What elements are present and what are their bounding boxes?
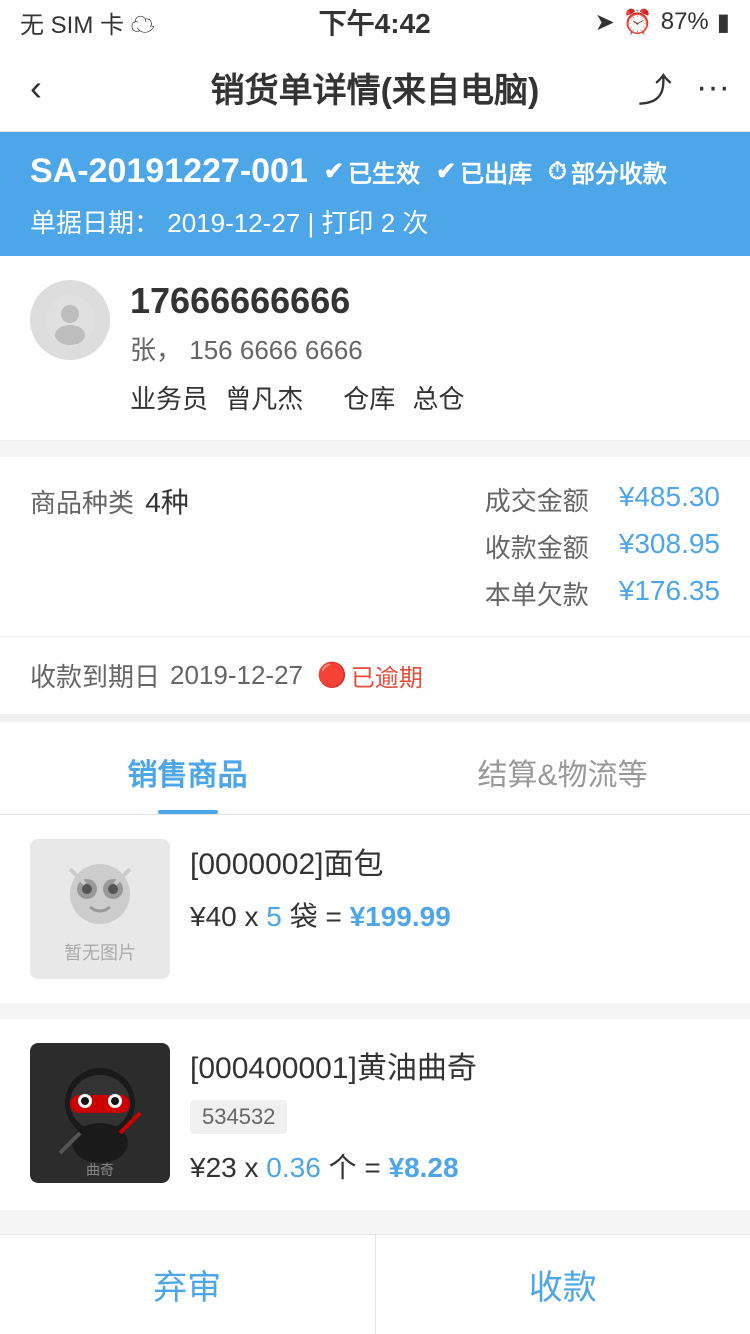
tab-settlement[interactable]: 结算&物流等 <box>375 722 750 814</box>
customer-info: 17666666666 张， 156 6666 6666 业务员 曾凡杰 仓库 … <box>130 280 720 416</box>
product-image-1: 暂无图片 <box>30 839 170 979</box>
category-info: 商品种类 4种 <box>30 481 189 612</box>
product-price-2: ¥23 x 0.36 个 = ¥8.28 <box>190 1146 720 1186</box>
customer-avatar <box>30 280 110 360</box>
due-section: 收款到期日 2019-12-27 🔴 已逾期 <box>0 637 750 722</box>
status-bar: 无 SIM 卡 ☁ 下午4:42 ➤ ⏰ 87% ▮ <box>0 0 750 44</box>
alarm-icon: ⏰ <box>623 8 653 37</box>
status-badge-partial: ⏱ 部分收款 <box>548 154 667 189</box>
nav-actions: ⤴ ··· <box>638 63 730 112</box>
due-label: 收款到期日 <box>30 657 160 694</box>
product-name-2: [000400001]黄油曲奇 <box>190 1043 720 1087</box>
amount-info: 成交金额 ¥485.30 收款金额 ¥308.95 本单欠款 ¥176.35 <box>485 481 720 612</box>
order-id-row: SA-20191227-001 ✔ 已生效 ✔ 已出库 ⏱ 部分收款 <box>30 152 720 191</box>
status-badge-active: ✔ 已生效 <box>324 154 420 189</box>
nav-bar: ‹ 销货单详情(来自电脑) ⤴ ··· <box>0 44 750 132</box>
status-time: 下午4:42 <box>319 2 431 42</box>
back-button[interactable]: ‹ <box>20 57 52 119</box>
order-id-text: SA-20191227-001 <box>30 152 308 191</box>
svg-text:暂无图片: 暂无图片 <box>64 943 136 963</box>
tabs: 销售商品 结算&物流等 <box>0 722 750 815</box>
product-info-1: [0000002]面包 ¥40 x 5 袋 = ¥199.99 <box>190 839 720 935</box>
location-icon: ➤ <box>595 8 615 37</box>
battery-icon: ▮ <box>717 8 730 37</box>
receipt-row: 收款金额 ¥308.95 <box>485 528 720 565</box>
product-image-2: 曲奇 <box>30 1043 170 1183</box>
check-icon-2: ✔ <box>436 157 456 186</box>
date-info: 单据日期： 2019-12-27 | 打印 2 次 <box>30 203 720 240</box>
overdue-icon: 🔴 <box>317 661 347 690</box>
svg-text:曲奇: 曲奇 <box>86 1162 114 1178</box>
product-item-2: 曲奇 [000400001]黄油曲奇 534532 ¥23 x 0.36 个 =… <box>0 1019 750 1210</box>
customer-section: 17666666666 张， 156 6666 6666 业务员 曾凡杰 仓库 … <box>0 256 750 441</box>
customer-id: 17666666666 <box>130 280 720 322</box>
overdue-badge: 🔴 已逾期 <box>317 658 423 693</box>
product-list: 暂无图片 [0000002]面包 ¥40 x 5 袋 = ¥199.99 <box>0 815 750 1210</box>
clock-icon: ⏱ <box>548 158 567 186</box>
tab-sales-products[interactable]: 销售商品 <box>0 722 375 814</box>
customer-meta: 业务员 曾凡杰 仓库 总仓 <box>130 379 720 416</box>
customer-name-phone: 张， 156 6666 6666 <box>130 330 720 367</box>
confirm-button[interactable]: 收款 <box>375 1235 750 1334</box>
sales-info: 业务员 曾凡杰 <box>130 379 303 416</box>
product-item-1: 暂无图片 [0000002]面包 ¥40 x 5 袋 = ¥199.99 <box>0 815 750 1003</box>
bottom-bar: 弃审 收款 <box>0 1234 750 1334</box>
cancel-button[interactable]: 弃审 <box>0 1235 375 1334</box>
page-title: 销货单详情(来自电脑) <box>211 63 540 112</box>
carrier-text: 无 SIM 卡 ☁ <box>20 5 155 40</box>
product-tag-2: 534532 <box>190 1100 287 1134</box>
status-right: ➤ ⏰ 87% ▮ <box>595 8 730 37</box>
battery-text: 87% <box>661 8 709 36</box>
status-badge-shipped: ✔ 已出库 <box>436 154 532 189</box>
product-info-2: [000400001]黄油曲奇 534532 ¥23 x 0.36 个 = ¥8… <box>190 1043 720 1186</box>
more-icon[interactable]: ··· <box>696 68 730 107</box>
product-name-1: [0000002]面包 <box>190 839 720 883</box>
product-price-1: ¥40 x 5 袋 = ¥199.99 <box>190 895 720 935</box>
status-left: 无 SIM 卡 ☁ <box>20 5 155 40</box>
warehouse-info: 仓库 总仓 <box>343 379 464 416</box>
share-icon[interactable]: ⤴ <box>638 63 672 112</box>
check-icon-1: ✔ <box>324 157 344 186</box>
due-date: 2019-12-27 <box>170 660 303 691</box>
header-banner: SA-20191227-001 ✔ 已生效 ✔ 已出库 ⏱ 部分收款 单据日期：… <box>0 132 750 256</box>
deal-row: 成交金额 ¥485.30 <box>485 481 720 518</box>
summary-section: 商品种类 4种 成交金额 ¥485.30 收款金额 ¥308.95 本单欠款 ¥… <box>0 457 750 637</box>
debt-row: 本单欠款 ¥176.35 <box>485 575 720 612</box>
